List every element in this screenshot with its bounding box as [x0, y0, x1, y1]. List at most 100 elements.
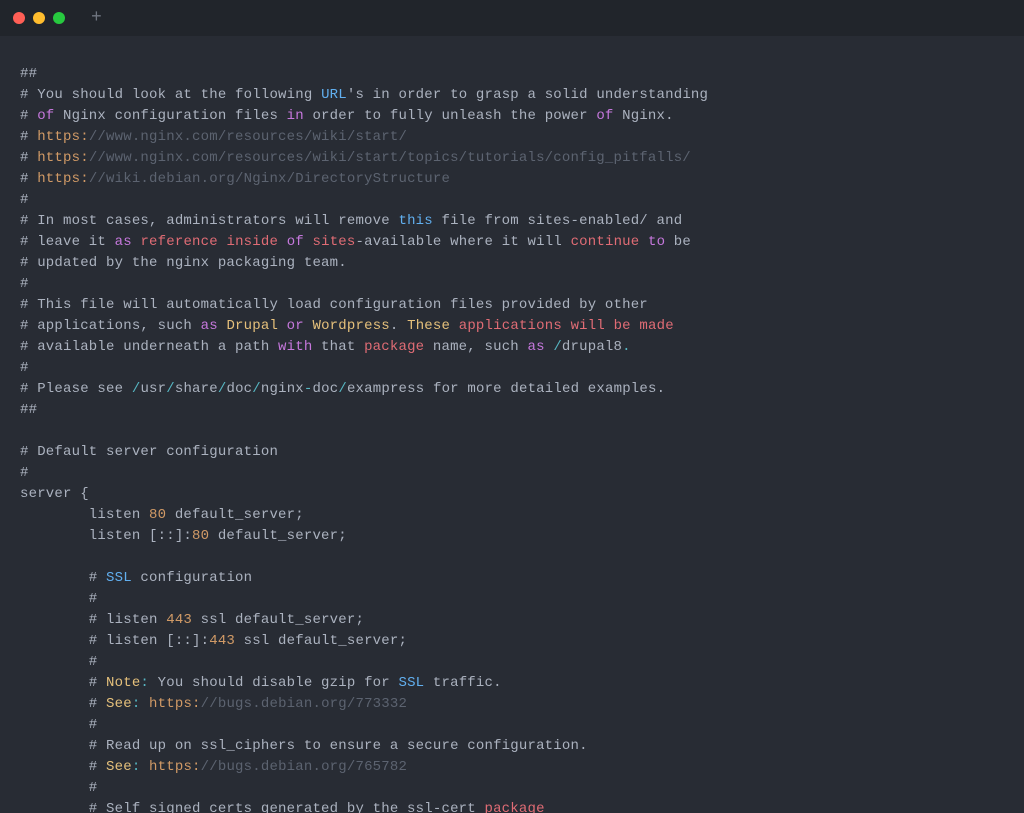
code-line[interactable]: # You should look at the following URL's…	[20, 85, 1004, 106]
code-token: nginx	[261, 381, 304, 397]
code-token: doc	[313, 381, 339, 397]
code-token: 443	[166, 612, 192, 628]
code-token	[450, 318, 459, 334]
code-token: /	[252, 381, 261, 397]
close-window-button[interactable]	[13, 12, 25, 24]
code-line[interactable]: # Please see /usr/share/doc/nginx-doc/ex…	[20, 379, 1004, 400]
code-token: SSL	[398, 675, 424, 691]
code-line[interactable]	[20, 421, 1004, 442]
code-token	[639, 234, 648, 250]
code-line[interactable]: # Note: You should disable gzip for SSL …	[20, 673, 1004, 694]
code-token	[562, 318, 571, 334]
code-line[interactable]: # updated by the nginx packaging team.	[20, 253, 1004, 274]
code-line[interactable]: # applications, such as Drupal or Wordpr…	[20, 316, 1004, 337]
code-line[interactable]	[20, 547, 1004, 568]
new-tab-button[interactable]: +	[91, 9, 102, 27]
code-token: //www.nginx.com/resources/wiki/start/	[89, 129, 407, 145]
code-token: https:	[149, 759, 201, 775]
code-token: 80	[149, 507, 166, 523]
code-line[interactable]: # listen 443 ssl default_server;	[20, 610, 1004, 631]
code-token: #	[20, 717, 97, 733]
code-token: #	[20, 192, 29, 208]
code-token: These	[407, 318, 450, 334]
code-token: #	[20, 591, 97, 607]
code-token: #	[20, 780, 97, 796]
code-token: :	[140, 675, 149, 691]
code-editor[interactable]: ### You should look at the following URL…	[0, 36, 1024, 813]
code-line[interactable]: #	[20, 463, 1004, 484]
code-line[interactable]: #	[20, 274, 1004, 295]
code-token: inside	[226, 234, 278, 250]
code-token: # applications, such	[20, 318, 201, 334]
code-token: # listen [::]:	[20, 633, 209, 649]
code-line[interactable]: # Read up on ssl_ciphers to ensure a sec…	[20, 736, 1004, 757]
code-token	[278, 234, 287, 250]
code-line[interactable]: # available underneath a path with that …	[20, 337, 1004, 358]
code-line[interactable]: #	[20, 190, 1004, 211]
code-line[interactable]: # Self signed certs generated by the ssl…	[20, 799, 1004, 813]
code-token: /	[553, 339, 562, 355]
code-line[interactable]: #	[20, 715, 1004, 736]
code-token: #	[20, 675, 106, 691]
code-token: //www.nginx.com/resources/wiki/start/top…	[89, 150, 691, 166]
code-token: ##	[20, 402, 37, 418]
code-token: See	[106, 696, 132, 712]
code-token: ssl default_server;	[192, 612, 364, 628]
code-line[interactable]: # SSL configuration	[20, 568, 1004, 589]
code-token: /	[338, 381, 347, 397]
code-line[interactable]: # Default server configuration	[20, 442, 1004, 463]
code-token: with	[278, 339, 312, 355]
code-line[interactable]: # See: https://bugs.debian.org/765782	[20, 757, 1004, 778]
code-line[interactable]: # of Nginx configuration files in order …	[20, 106, 1004, 127]
code-line[interactable]: ##	[20, 64, 1004, 85]
code-line[interactable]: listen [::]:80 default_server;	[20, 526, 1004, 547]
code-token: 80	[192, 528, 209, 544]
code-token: drupal8	[562, 339, 622, 355]
code-line[interactable]: # listen [::]:443 ssl default_server;	[20, 631, 1004, 652]
code-token: # Read up on ssl_ciphers to ensure a sec…	[20, 738, 588, 754]
code-token: server {	[20, 486, 89, 502]
code-token: to	[648, 234, 665, 250]
code-line[interactable]: # In most cases, administrators will rem…	[20, 211, 1004, 232]
code-token: //bugs.debian.org/773332	[201, 696, 407, 712]
code-token: Wordpress	[312, 318, 389, 334]
code-token: listen	[20, 507, 149, 523]
code-token	[278, 318, 287, 334]
code-token: ssl default_server;	[235, 633, 407, 649]
code-token: usr	[140, 381, 166, 397]
code-line[interactable]: # https://wiki.debian.org/Nginx/Director…	[20, 169, 1004, 190]
code-token	[140, 696, 149, 712]
code-line[interactable]: #	[20, 589, 1004, 610]
code-token: default_server;	[166, 507, 304, 523]
code-token: be	[665, 234, 691, 250]
code-token: # Self signed certs generated by the ssl…	[20, 801, 484, 813]
code-line[interactable]: #	[20, 778, 1004, 799]
code-token: Note	[106, 675, 140, 691]
code-token: /	[166, 381, 175, 397]
code-token: # listen	[20, 612, 166, 628]
code-token: that	[312, 339, 364, 355]
code-token: sites	[313, 234, 356, 250]
code-token: https:	[37, 171, 89, 187]
code-token: # available underneath a path	[20, 339, 278, 355]
code-line[interactable]: # https://www.nginx.com/resources/wiki/s…	[20, 127, 1004, 148]
code-line[interactable]: #	[20, 358, 1004, 379]
code-line[interactable]: server {	[20, 484, 1004, 505]
code-line[interactable]: # This file will automatically load conf…	[20, 295, 1004, 316]
code-line[interactable]: # leave it as reference inside of sites-…	[20, 232, 1004, 253]
code-token: exampress for more detailed examples.	[347, 381, 665, 397]
code-token: ##	[20, 66, 37, 82]
code-token: -available where it will	[356, 234, 571, 250]
code-token: #	[20, 759, 106, 775]
code-line[interactable]: ##	[20, 400, 1004, 421]
code-token: Nginx configuration files	[54, 108, 286, 124]
code-line[interactable]: # https://www.nginx.com/resources/wiki/s…	[20, 148, 1004, 169]
minimize-window-button[interactable]	[33, 12, 45, 24]
code-token: as	[201, 318, 218, 334]
code-line[interactable]: listen 80 default_server;	[20, 505, 1004, 526]
code-token: https:	[37, 129, 89, 145]
code-line[interactable]: # See: https://bugs.debian.org/773332	[20, 694, 1004, 715]
code-token: #	[20, 108, 37, 124]
code-line[interactable]: #	[20, 652, 1004, 673]
zoom-window-button[interactable]	[53, 12, 65, 24]
